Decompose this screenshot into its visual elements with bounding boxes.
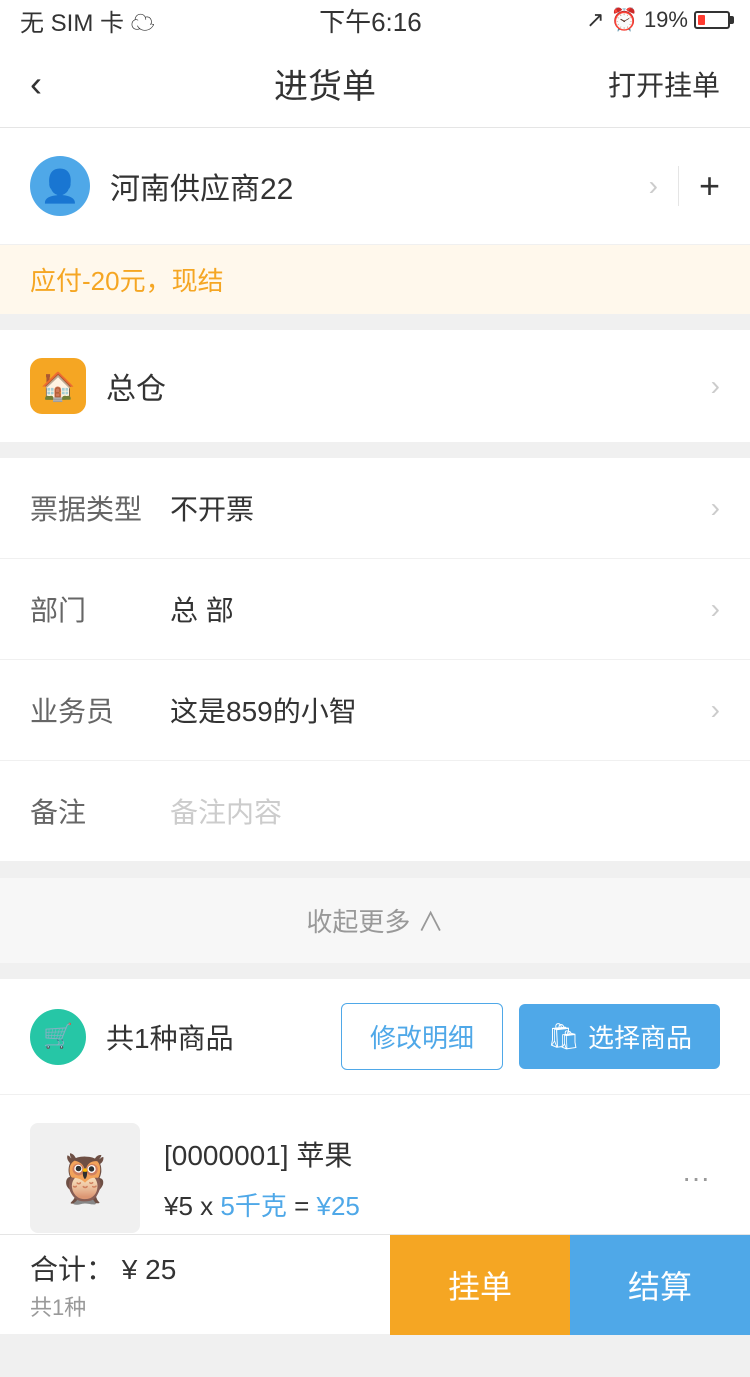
page-title: 进货单 <box>274 59 376 108</box>
products-card: 🛒 共1种商品 修改明细 🛍 选择商品 🦉 [0000001] 苹果 ¥5 <box>0 979 750 1261</box>
warehouse-icon: 🏠 <box>41 370 76 403</box>
checkout-button[interactable]: 结算 <box>570 1235 750 1335</box>
supplier-card: 👤 河南供应商22 › + 应付-20元，现结 <box>0 128 750 314</box>
network-status: 无 SIM 卡 ☁ <box>20 3 155 38</box>
quantity: 5千克 <box>220 1191 286 1221</box>
supplier-chevron-icon: › <box>649 170 658 202</box>
supplier-row[interactable]: 👤 河南供应商22 › + <box>0 128 750 245</box>
salesperson-row[interactable]: 业务员 这是859的小智 › <box>0 660 750 761</box>
invoice-type-label: 票据类型 <box>30 488 170 528</box>
more-options-button[interactable]: ··· <box>672 1152 720 1204</box>
product-thumb-icon: 🦉 <box>55 1150 115 1207</box>
battery-percent: 19% <box>644 7 688 33</box>
products-icon-wrap: 🛒 <box>30 1009 86 1065</box>
collapse-button[interactable]: 收起更多 ∧ <box>0 878 750 963</box>
product-info: [0000001] 苹果 ¥5 x 5千克 = ¥25 <box>164 1134 672 1223</box>
status-left: 无 SIM 卡 ☁ <box>20 3 155 38</box>
warehouse-row[interactable]: 🏠 总仓 › <box>0 330 750 442</box>
supplier-name: 河南供应商22 <box>110 164 649 208</box>
department-value: 总 部 <box>170 589 711 629</box>
vertical-divider <box>678 166 679 206</box>
product-thumbnail: 🦉 <box>30 1123 140 1233</box>
back-button[interactable]: ‹ <box>30 63 42 105</box>
salesperson-value: 这是859的小智 <box>170 690 711 730</box>
suspend-button[interactable]: 挂单 <box>390 1235 570 1335</box>
battery-fill <box>698 15 705 25</box>
total-row: 合计： ¥ 25 <box>30 1248 360 1288</box>
select-product-button[interactable]: 🛍 选择商品 <box>519 1004 720 1069</box>
product-code: [0000001] <box>164 1140 289 1171</box>
edit-detail-button[interactable]: 修改明细 <box>341 1003 503 1070</box>
total-count: 共1种 <box>30 1290 360 1322</box>
avatar-icon: 👤 <box>40 167 80 205</box>
products-header: 🛒 共1种商品 修改明细 🛍 选择商品 <box>0 979 750 1095</box>
alarm-icon: ⏰ <box>611 7 638 33</box>
unit-price: ¥5 <box>164 1191 193 1221</box>
salesperson-chevron-icon: › <box>711 694 720 726</box>
bottom-bar: 合计： ¥ 25 共1种 挂单 结算 <box>0 1234 750 1334</box>
warehouse-chevron-icon: › <box>711 370 720 402</box>
open-pending-button[interactable]: 打开挂单 <box>608 64 720 104</box>
form-card: 票据类型 不开票 › 部门 总 部 › 业务员 这是859的小智 › 备注 备注… <box>0 458 750 862</box>
department-chevron-icon: › <box>711 593 720 625</box>
invoice-chevron-icon: › <box>711 492 720 524</box>
notes-placeholder: 备注内容 <box>170 791 720 831</box>
total-section: 合计： ¥ 25 共1种 <box>0 1248 390 1322</box>
battery-icon <box>694 11 730 29</box>
department-label: 部门 <box>30 589 170 629</box>
invoice-type-value: 不开票 <box>170 488 711 528</box>
total-amount: ¥ 25 <box>122 1254 177 1285</box>
total-label: 合计： <box>30 1254 114 1285</box>
content-area: 👤 河南供应商22 › + 应付-20元，现结 🏠 总仓 › 票据类型 不开票 … <box>0 128 750 1377</box>
add-supplier-button[interactable]: + <box>699 165 720 207</box>
warehouse-name: 总仓 <box>106 364 711 408</box>
product-name: [0000001] 苹果 <box>164 1134 672 1174</box>
select-product-label: 选择商品 <box>588 1018 692 1055</box>
gps-icon: ↗ <box>586 7 604 33</box>
info-banner: 应付-20元，现结 <box>0 245 750 314</box>
price-separator: x <box>200 1191 220 1221</box>
notes-row[interactable]: 备注 备注内容 <box>0 761 750 862</box>
equals-sign: = <box>294 1191 316 1221</box>
product-title: 苹果 <box>296 1140 352 1171</box>
invoice-type-row[interactable]: 票据类型 不开票 › <box>0 458 750 559</box>
notes-label: 备注 <box>30 791 170 831</box>
select-product-icon: 🛍 <box>547 1021 580 1052</box>
products-icon: 🛒 <box>43 1022 73 1051</box>
department-row[interactable]: 部门 总 部 › <box>0 559 750 660</box>
products-count: 共1种商品 <box>106 1017 341 1057</box>
status-bar: 无 SIM 卡 ☁ 下午6:16 ↗ ⏰ 19% <box>0 0 750 40</box>
warehouse-icon-wrap: 🏠 <box>30 358 86 414</box>
supplier-avatar: 👤 <box>30 156 90 216</box>
product-price-row: ¥5 x 5千克 = ¥25 <box>164 1186 672 1223</box>
nav-bar: ‹ 进货单 打开挂单 <box>0 40 750 128</box>
salesperson-label: 业务员 <box>30 690 170 730</box>
item-total: ¥25 <box>317 1191 360 1221</box>
status-time: 下午6:16 <box>319 2 422 39</box>
status-right: ↗ ⏰ 19% <box>586 7 730 33</box>
